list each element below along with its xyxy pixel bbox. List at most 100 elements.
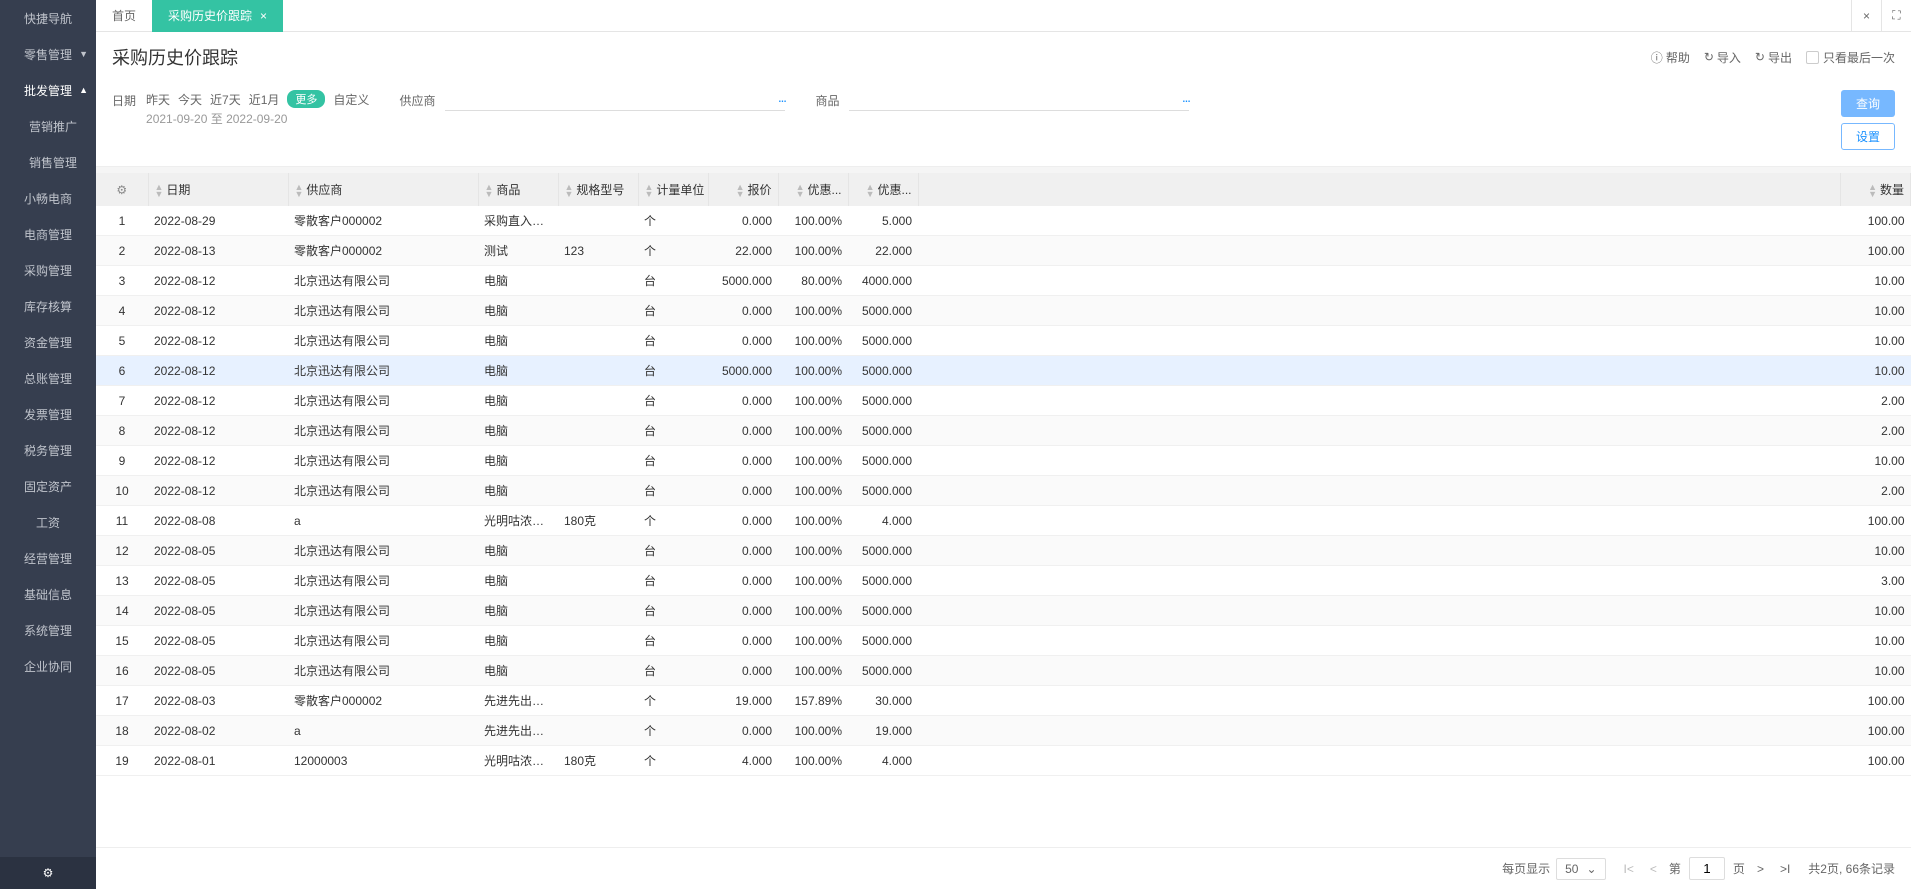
chevron-icon: ▲ [79, 85, 88, 95]
cell: 100.00% [778, 656, 848, 686]
fullscreen-button[interactable]: ⛶ [1881, 0, 1911, 32]
sidebar-item-1[interactable]: 零售管理▼ [0, 36, 96, 72]
cell: 2022-08-05 [148, 596, 288, 626]
sidebar-item-label: 批发管理 [24, 82, 72, 99]
cell: 100.00% [778, 326, 848, 356]
table-row[interactable]: 62022-08-12北京迅达有限公司电脑台5000.000100.00%500… [96, 356, 1911, 386]
table-row[interactable]: 182022-08-02a先进先出商品个0.000100.00%19.00010… [96, 716, 1911, 746]
col-disc1[interactable]: ▲▼优惠... [778, 173, 848, 206]
cell: 3 [96, 266, 148, 296]
import-label: 导入 [1717, 49, 1741, 66]
sidebar-item-label: 工资 [36, 514, 60, 531]
close-icon[interactable]: × [260, 9, 267, 23]
sidebar-item-12[interactable]: 税务管理 [0, 432, 96, 468]
cell: 22.000 [848, 236, 918, 266]
sidebar-item-15[interactable]: 经营管理 [0, 540, 96, 576]
sidebar-item-7[interactable]: 采购管理 [0, 252, 96, 288]
sidebar-item-18[interactable]: 企业协同 [0, 648, 96, 684]
col-disc2[interactable]: ▲▼优惠... [848, 173, 918, 206]
first-page-button[interactable]: I< [1620, 860, 1638, 878]
col-date[interactable]: ▲▼日期 [148, 173, 288, 206]
sidebar-item-4[interactable]: 销售管理 [0, 144, 96, 180]
shortcut-yesterday[interactable]: 昨天 [146, 91, 170, 108]
export-icon: ↻ [1755, 50, 1765, 64]
cell: 北京迅达有限公司 [288, 476, 478, 506]
col-product[interactable]: ▲▼商品 [478, 173, 558, 206]
col-qty[interactable]: ▲▼数量 [1841, 173, 1911, 206]
table-row[interactable]: 82022-08-12北京迅达有限公司电脑台0.000100.00%5000.0… [96, 416, 1911, 446]
sidebar-item-13[interactable]: 固定资产 [0, 468, 96, 504]
cell: 100.00% [778, 506, 848, 536]
cell: 10.00 [1841, 626, 1911, 656]
sidebar-item-11[interactable]: 发票管理 [0, 396, 96, 432]
import-button[interactable]: ↻ 导入 [1704, 49, 1741, 66]
sidebar-item-16[interactable]: 基础信息 [0, 576, 96, 612]
column-settings[interactable]: ⚙ [96, 173, 148, 206]
cell: 北京迅达有限公司 [288, 356, 478, 386]
product-input[interactable] [849, 90, 1181, 110]
sidebar-item-2[interactable]: 批发管理 ▲ [0, 72, 96, 108]
table-row[interactable]: 132022-08-05北京迅达有限公司电脑台0.000100.00%5000.… [96, 566, 1911, 596]
sidebar-settings[interactable]: ⚙ [0, 857, 96, 889]
supplier-lookup[interactable]: ··· [777, 92, 785, 108]
sidebar-item-10[interactable]: 总账管理 [0, 360, 96, 396]
prev-page-button[interactable]: < [1646, 860, 1661, 878]
cell: 2.00 [1841, 386, 1911, 416]
only-last-checkbox[interactable]: 只看最后一次 [1806, 49, 1895, 66]
table-row[interactable]: 32022-08-12北京迅达有限公司电脑台5000.00080.00%4000… [96, 266, 1911, 296]
shortcut-1month[interactable]: 近1月 [249, 91, 280, 108]
table-row[interactable]: 162022-08-05北京迅达有限公司电脑台0.000100.00%5000.… [96, 656, 1911, 686]
export-button[interactable]: ↻ 导出 [1755, 49, 1792, 66]
last-page-button[interactable]: >I [1776, 860, 1794, 878]
page-size-select[interactable]: 50 ⌄ [1556, 858, 1605, 880]
search-button[interactable]: 查询 [1841, 90, 1895, 117]
cell: 100.00 [1841, 236, 1911, 266]
table-row[interactable]: 152022-08-05北京迅达有限公司电脑台0.000100.00%5000.… [96, 626, 1911, 656]
page-input[interactable] [1689, 857, 1725, 880]
sidebar-item-8[interactable]: 库存核算 [0, 288, 96, 324]
table-row[interactable]: 12022-08-29零散客户000002采购直入直出个0.000100.00%… [96, 206, 1911, 236]
table-row[interactable]: 52022-08-12北京迅达有限公司电脑台0.000100.00%5000.0… [96, 326, 1911, 356]
product-lookup[interactable]: ··· [1181, 92, 1189, 108]
col-spec[interactable]: ▲▼规格型号 [558, 173, 638, 206]
table-row[interactable]: 102022-08-12北京迅达有限公司电脑台0.000100.00%5000.… [96, 476, 1911, 506]
table-row[interactable]: 122022-08-05北京迅达有限公司电脑台0.000100.00%5000.… [96, 536, 1911, 566]
shortcut-7days[interactable]: 近7天 [210, 91, 241, 108]
table-row[interactable]: 142022-08-05北京迅达有限公司电脑台0.000100.00%5000.… [96, 596, 1911, 626]
cell: 电脑 [478, 476, 558, 506]
close-all-tabs-button[interactable]: × [1851, 0, 1881, 32]
col-unit[interactable]: ▲▼计量单位 [638, 173, 708, 206]
help-button[interactable]: ⓘ 帮助 [1651, 49, 1690, 66]
sidebar-item-9[interactable]: 资金管理 [0, 324, 96, 360]
tab-purchase-history[interactable]: 采购历史价跟踪 × [152, 0, 283, 32]
shortcut-custom[interactable]: 自定义 [333, 91, 369, 108]
shortcut-today[interactable]: 今天 [178, 91, 202, 108]
sidebar-item-0[interactable]: 快捷导航 [0, 0, 96, 36]
cell: 4.000 [708, 746, 778, 776]
col-supplier[interactable]: ▲▼供应商 [288, 173, 478, 206]
settings-button[interactable]: 设置 [1841, 123, 1895, 150]
cell: 2022-08-12 [148, 296, 288, 326]
cell: 19.000 [708, 686, 778, 716]
shortcut-more[interactable]: 更多 [287, 90, 325, 108]
cell: 台 [638, 536, 708, 566]
cell [558, 386, 638, 416]
table-row[interactable]: 72022-08-12北京迅达有限公司电脑台0.000100.00%5000.0… [96, 386, 1911, 416]
table-row[interactable]: 42022-08-12北京迅达有限公司电脑台0.000100.00%5000.0… [96, 296, 1911, 326]
table-row[interactable]: 22022-08-13零散客户000002测试123个22.000100.00%… [96, 236, 1911, 266]
tab-home[interactable]: 首页 [96, 0, 152, 32]
sidebar-item-17[interactable]: 系统管理 [0, 612, 96, 648]
table-row[interactable]: 172022-08-03零散客户000002先进先出商品个19.000157.8… [96, 686, 1911, 716]
table-row[interactable]: 112022-08-08a光明咕浓咕...180克个0.000100.00%4.… [96, 506, 1911, 536]
next-page-button[interactable]: > [1753, 860, 1768, 878]
sidebar-item-5[interactable]: 小畅电商 [0, 180, 96, 216]
col-price[interactable]: ▲▼报价 [708, 173, 778, 206]
cell: 电脑 [478, 446, 558, 476]
supplier-input[interactable] [445, 90, 777, 110]
sidebar-item-3[interactable]: 营销推广 [0, 108, 96, 144]
sidebar-item-14[interactable]: 工资 [0, 504, 96, 540]
cell: 100.00% [778, 386, 848, 416]
table-row[interactable]: 92022-08-12北京迅达有限公司电脑台0.000100.00%5000.0… [96, 446, 1911, 476]
sidebar-item-6[interactable]: 电商管理 [0, 216, 96, 252]
table-row[interactable]: 192022-08-0112000003光明咕浓咕...180克个4.00010… [96, 746, 1911, 776]
